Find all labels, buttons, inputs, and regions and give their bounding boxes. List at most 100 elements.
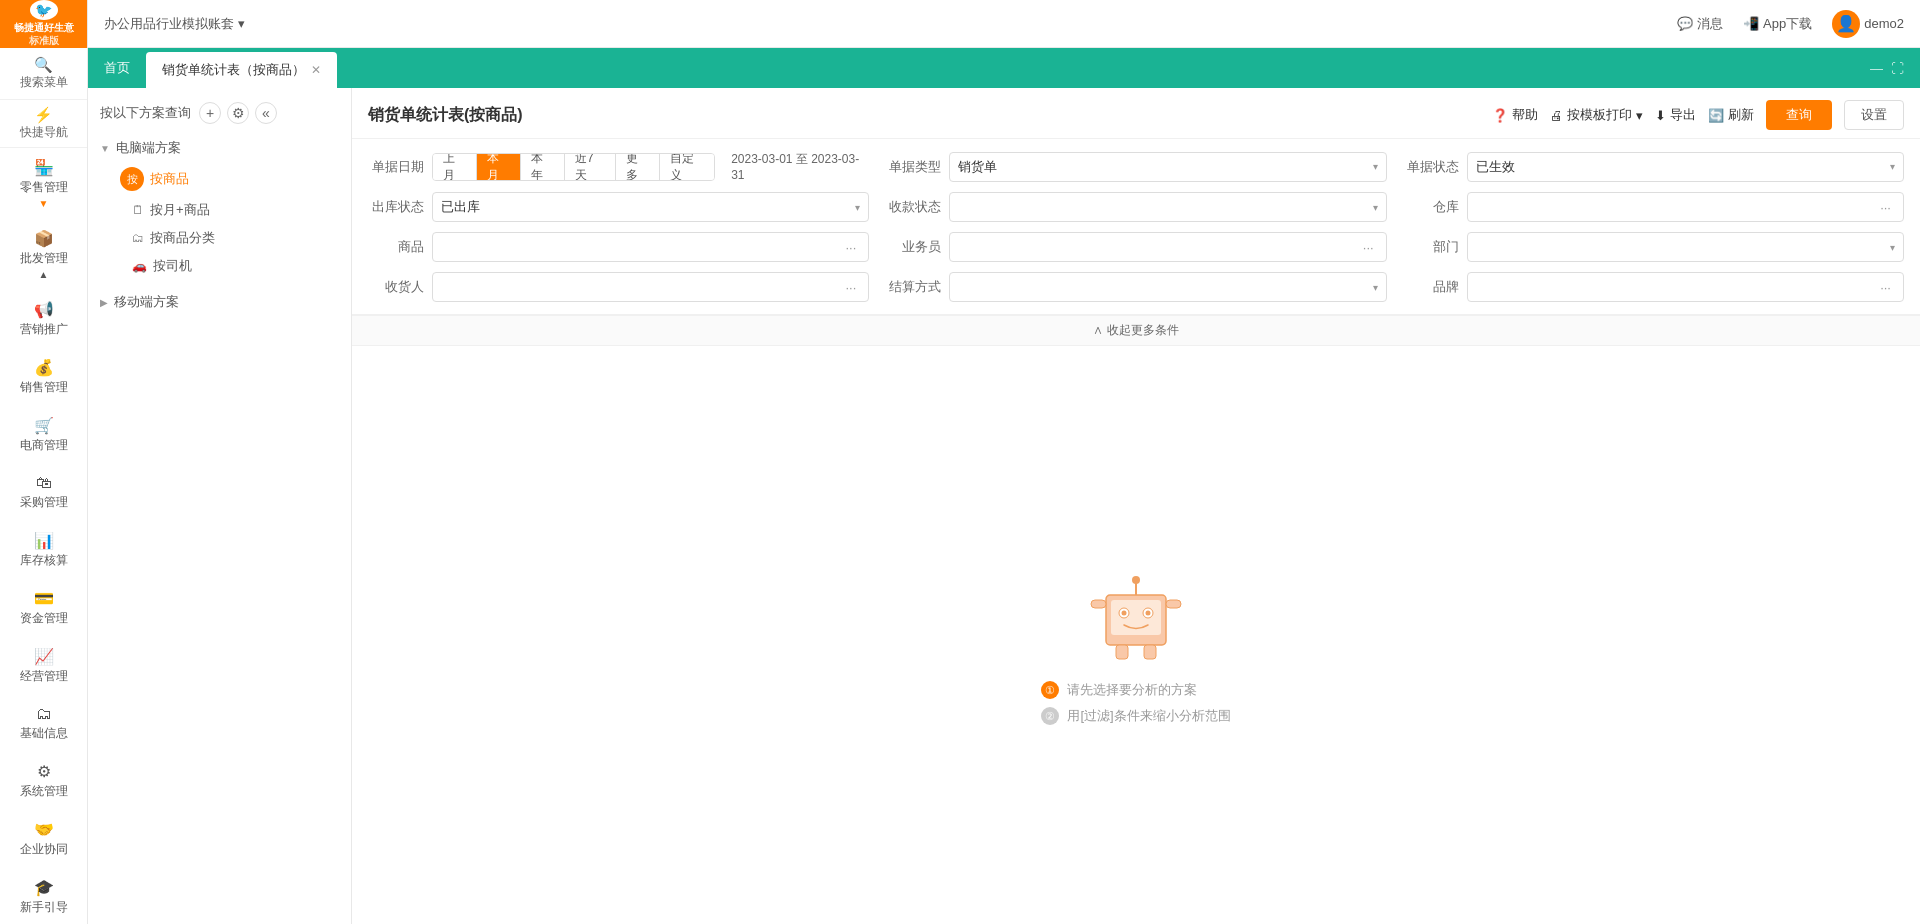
page-title: 销货单统计表(按商品) bbox=[368, 105, 523, 126]
sidebar-item-newuser[interactable]: 🎓 新手引导 bbox=[0, 868, 87, 924]
sidebar-item-marketing[interactable]: 📢 营销推广 bbox=[0, 290, 87, 348]
department-chevron: ▾ bbox=[1890, 242, 1895, 253]
collapse-panel-button[interactable]: « bbox=[255, 102, 277, 124]
filter-warehouse: 仓库 ··· bbox=[1403, 192, 1904, 222]
date-tab-thisyear[interactable]: 本年 bbox=[521, 154, 565, 180]
newuser-icon: 🎓 bbox=[34, 878, 54, 897]
date-tab-custom[interactable]: 自定义 bbox=[660, 154, 715, 180]
logo[interactable]: 🐦 畅捷通好生意 标准版 bbox=[0, 0, 87, 48]
help-button[interactable]: ❓ 帮助 bbox=[1492, 106, 1538, 124]
filter-product: 商品 ··· bbox=[368, 232, 869, 262]
product-label: 商品 bbox=[368, 238, 424, 256]
pc-scheme-parent[interactable]: ▼ 电脑端方案 bbox=[88, 134, 351, 162]
scheme-by-product[interactable]: 按 按商品 bbox=[88, 162, 351, 196]
inventory-icon: 📊 bbox=[34, 531, 54, 550]
scheme-by-product-icon: 按 bbox=[120, 167, 144, 191]
sidebar-item-wholesale[interactable]: 📦 批发管理 ▲ bbox=[0, 219, 87, 290]
svg-point-5 bbox=[1145, 611, 1150, 616]
date-tab-thismonth[interactable]: 本月 bbox=[477, 154, 521, 180]
warehouse-dots[interactable]: ··· bbox=[1876, 200, 1895, 215]
data-area: ① 请先选择要分析的方案 ② 用[过滤]条件来缩小分析范围 bbox=[352, 346, 1920, 924]
ecommerce-icon: 🛒 bbox=[34, 416, 54, 435]
doc-status-value: 已生效 bbox=[1476, 158, 1515, 176]
search-label: 搜索菜单 bbox=[20, 75, 68, 89]
industry-selector[interactable]: 办公用品行业模拟账套 ▾ bbox=[104, 15, 245, 33]
salesperson-control[interactable]: ··· bbox=[949, 232, 1386, 262]
doc-type-chevron: ▾ bbox=[1373, 161, 1378, 172]
sidebar-quick-nav[interactable]: ⚡ 快捷导航 bbox=[0, 100, 87, 148]
sidebar-item-purchase[interactable]: 🛍 采购管理 bbox=[0, 464, 87, 521]
top-header: 办公用品行业模拟账套 ▾ 💬 消息 📲 App下载 👤 demo2 bbox=[88, 0, 1920, 48]
logo-sub: 标准版 bbox=[29, 34, 59, 48]
settings-scheme-button[interactable]: ⚙ bbox=[227, 102, 249, 124]
product-control[interactable]: ··· bbox=[432, 232, 869, 262]
collapse-conditions-bar[interactable]: ∧ 收起更多条件 bbox=[352, 315, 1920, 346]
scheme-by-category[interactable]: 🗂 按商品分类 bbox=[88, 224, 351, 252]
date-tab-last7[interactable]: 近7天 bbox=[565, 154, 615, 180]
industry-name: 办公用品行业模拟账套 bbox=[104, 15, 234, 33]
tab-home[interactable]: 首页 bbox=[88, 48, 146, 88]
sidebar-item-ecommerce[interactable]: 🛒 电商管理 bbox=[0, 406, 87, 464]
receiver-control[interactable]: ··· bbox=[432, 272, 869, 302]
mobile-scheme-group: ▶ 移动端方案 bbox=[88, 284, 351, 320]
print-template-button[interactable]: 🖨 按模板打印 ▾ bbox=[1550, 106, 1643, 124]
settings-button[interactable]: 设置 bbox=[1844, 100, 1904, 130]
svg-rect-11 bbox=[1144, 645, 1156, 659]
message-icon: 💬 bbox=[1677, 16, 1693, 31]
product-dots[interactable]: ··· bbox=[841, 240, 860, 255]
sidebar-item-sales[interactable]: 💰 销售管理 bbox=[0, 348, 87, 406]
logo-text: 畅捷通好生意 bbox=[14, 22, 74, 34]
tab-sales-stat[interactable]: 销货单统计表（按商品） ✕ bbox=[146, 52, 337, 88]
doc-type-control[interactable]: 销货单 ▾ bbox=[949, 152, 1386, 182]
department-control[interactable]: ▾ bbox=[1467, 232, 1904, 262]
date-tab-lastmonth[interactable]: 上月 bbox=[433, 154, 477, 180]
sales-icon: 💰 bbox=[34, 358, 54, 377]
tab-maximize-icon[interactable]: ⛶ bbox=[1891, 61, 1904, 76]
scheme-by-month-product[interactable]: 🗒 按月+商品 bbox=[88, 196, 351, 224]
tab-close-icon[interactable]: ✕ bbox=[311, 63, 321, 77]
date-label: 单据日期 bbox=[368, 158, 424, 176]
receiver-dots[interactable]: ··· bbox=[841, 280, 860, 295]
svg-rect-1 bbox=[1111, 600, 1161, 635]
svg-point-3 bbox=[1121, 611, 1126, 616]
scheme-by-driver[interactable]: 🚗 按司机 bbox=[88, 252, 351, 280]
export-button[interactable]: ⬇ 导出 bbox=[1655, 106, 1696, 124]
sidebar-item-operations[interactable]: 📈 经营管理 bbox=[0, 637, 87, 695]
month-product-icon: 🗒 bbox=[132, 203, 144, 217]
brand-control[interactable]: ··· bbox=[1467, 272, 1904, 302]
doc-status-control[interactable]: 已生效 ▾ bbox=[1467, 152, 1904, 182]
sidebar-item-basic[interactable]: 🗂 基础信息 bbox=[0, 695, 87, 752]
tip1-num: ① bbox=[1041, 681, 1059, 699]
tab-minimize-icon[interactable]: — bbox=[1870, 61, 1883, 76]
filter-row-4: 收货人 ··· 结算方式 ▾ 品牌 bbox=[368, 272, 1904, 302]
sidebar-search[interactable]: 🔍 搜索菜单 bbox=[0, 48, 87, 100]
add-scheme-button[interactable]: + bbox=[199, 102, 221, 124]
date-tab-more[interactable]: 更多 bbox=[616, 154, 660, 180]
payment-method-control[interactable]: ▾ bbox=[949, 272, 1386, 302]
empty-text: ① 请先选择要分析的方案 ② 用[过滤]条件来缩小分析范围 bbox=[1041, 681, 1230, 725]
user-profile[interactable]: 👤 demo2 bbox=[1832, 10, 1904, 38]
empty-tip-2: ② 用[过滤]条件来缩小分析范围 bbox=[1041, 707, 1230, 725]
mobile-scheme-parent[interactable]: ▶ 移动端方案 bbox=[88, 288, 351, 316]
message-button[interactable]: 💬 消息 bbox=[1677, 15, 1723, 33]
sidebar-item-retail[interactable]: 🏪 零售管理 ▼ bbox=[0, 148, 87, 219]
payment-method-label: 结算方式 bbox=[885, 278, 941, 296]
wholesale-icon: 📦 bbox=[34, 229, 54, 248]
finance-icon: 💳 bbox=[34, 589, 54, 608]
out-status-control[interactable]: 已出库 ▾ bbox=[432, 192, 869, 222]
sidebar-item-system[interactable]: ⚙ 系统管理 bbox=[0, 752, 87, 810]
warehouse-control[interactable]: ··· bbox=[1467, 192, 1904, 222]
brand-dots[interactable]: ··· bbox=[1876, 280, 1895, 295]
sidebar-item-enterprise[interactable]: 🤝 企业协同 bbox=[0, 810, 87, 868]
print-icon: 🖨 bbox=[1550, 108, 1563, 123]
query-button[interactable]: 查询 bbox=[1766, 100, 1832, 130]
refresh-button[interactable]: 🔄 刷新 bbox=[1708, 106, 1754, 124]
collection-status-control[interactable]: ▾ bbox=[949, 192, 1386, 222]
empty-state: ① 请先选择要分析的方案 ② 用[过滤]条件来缩小分析范围 bbox=[1041, 545, 1230, 725]
app-download-button[interactable]: 📲 App下载 bbox=[1743, 15, 1812, 33]
scheme-by-driver-label: 按司机 bbox=[153, 257, 192, 275]
sidebar-item-finance[interactable]: 💳 资金管理 bbox=[0, 579, 87, 637]
sidebar-item-inventory[interactable]: 📊 库存核算 bbox=[0, 521, 87, 579]
salesperson-dots[interactable]: ··· bbox=[1359, 240, 1378, 255]
filter-doc-type: 单据类型 销货单 ▾ bbox=[885, 152, 1386, 182]
